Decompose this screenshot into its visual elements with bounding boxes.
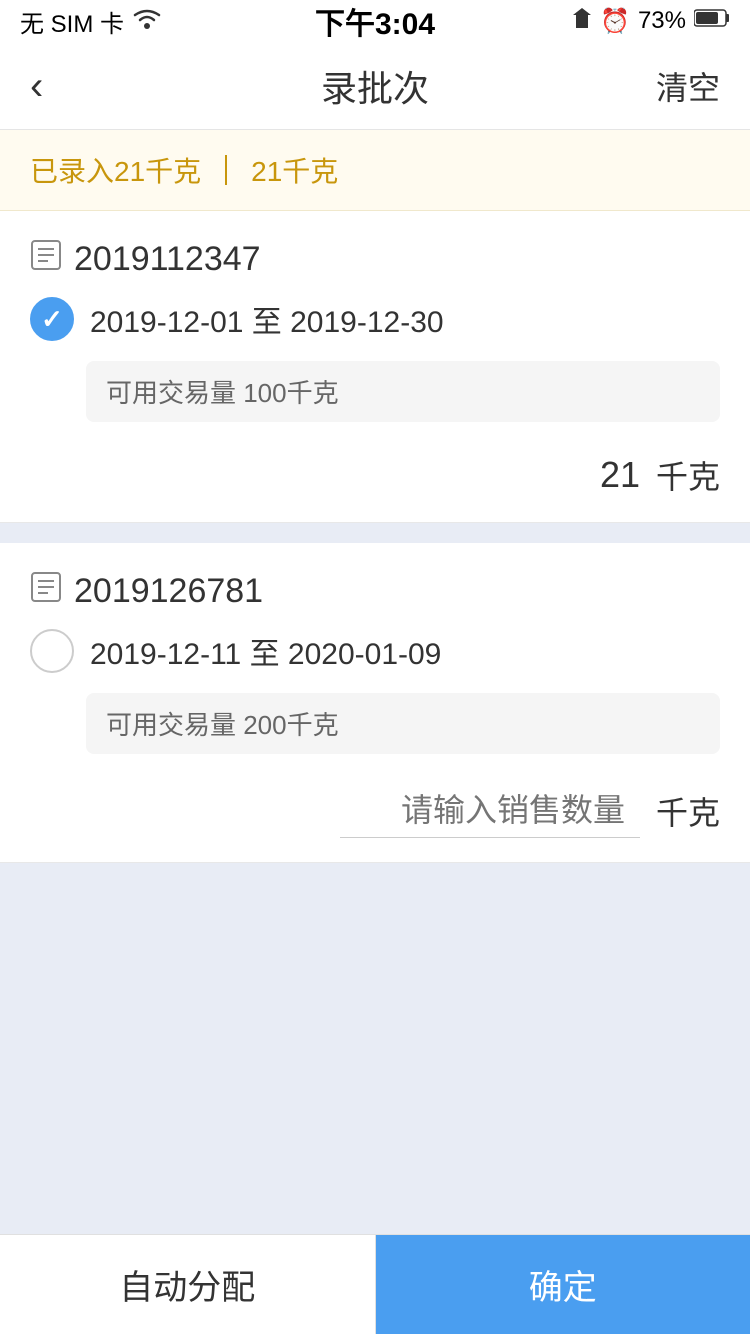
batch-header-2: 2019126781: [0, 543, 750, 621]
batch-unit-2: 千克: [656, 788, 720, 834]
batch-input-row-2: 千克: [0, 768, 750, 863]
battery-icon: [694, 7, 730, 35]
batch-date-1: 2019-12-01 至 2019-12-30: [90, 297, 444, 341]
section-divider: [0, 523, 750, 543]
input-underline-2: [340, 784, 640, 838]
alarm-icon: ⏰: [600, 7, 630, 36]
batch-date-row-2[interactable]: 2019-12-11 至 2020-01-09: [0, 621, 750, 685]
batch-card-1: 2019112347 2019-12-01 至 2019-12-30 可用交易量…: [0, 211, 750, 523]
batch-doc-icon-1: [30, 239, 62, 279]
batch-doc-icon-2: [30, 571, 62, 611]
status-time: 下午3:04: [315, 0, 435, 43]
batch-amount-1: 21: [600, 454, 640, 496]
wifi-icon: [132, 7, 162, 36]
status-bar: 无 SIM 卡 下午3:04 ⏰ 73%: [0, 0, 750, 42]
auto-distribute-button[interactable]: 自动分配: [0, 1235, 376, 1334]
batch-id-2: 2019126781: [74, 572, 263, 611]
summary-divider: [225, 155, 227, 185]
footer: 自动分配 确定: [0, 1234, 750, 1334]
batch-quantity-input-2[interactable]: [220, 792, 640, 829]
clear-button[interactable]: 清空: [656, 63, 720, 109]
batch-header-1: 2019112347: [0, 211, 750, 289]
batch-card-2: 2019126781 2019-12-11 至 2020-01-09 可用交易量…: [0, 543, 750, 863]
batch-date-row-1[interactable]: 2019-12-01 至 2019-12-30: [0, 289, 750, 353]
batch-availability-1: 可用交易量 100千克: [86, 361, 720, 422]
page-title: 录批次: [321, 60, 429, 112]
bottom-empty-area: [0, 863, 750, 1263]
summary-value: 21千克: [251, 150, 338, 190]
summary-label: 已录入21千克: [30, 150, 201, 190]
confirm-button[interactable]: 确定: [376, 1235, 750, 1334]
batch-availability-2: 可用交易量 200千克: [86, 693, 720, 754]
status-right: ⏰ 73%: [572, 7, 730, 36]
sim-status: 无 SIM 卡: [20, 4, 124, 39]
status-left: 无 SIM 卡: [20, 4, 162, 39]
summary-bar: 已录入21千克 21千克: [0, 130, 750, 211]
radio-1[interactable]: [30, 297, 74, 341]
batch-unit-1: 千克: [656, 452, 720, 498]
batch-input-row-1: 21 千克: [0, 436, 750, 523]
nav-bar: ‹ 录批次 清空: [0, 42, 750, 130]
location-icon: [572, 7, 592, 36]
batch-id-1: 2019112347: [74, 240, 261, 279]
radio-2[interactable]: [30, 629, 74, 673]
battery-percent: 73%: [638, 7, 686, 35]
batch-date-2: 2019-12-11 至 2020-01-09: [90, 629, 441, 673]
back-button[interactable]: ‹: [30, 66, 43, 106]
